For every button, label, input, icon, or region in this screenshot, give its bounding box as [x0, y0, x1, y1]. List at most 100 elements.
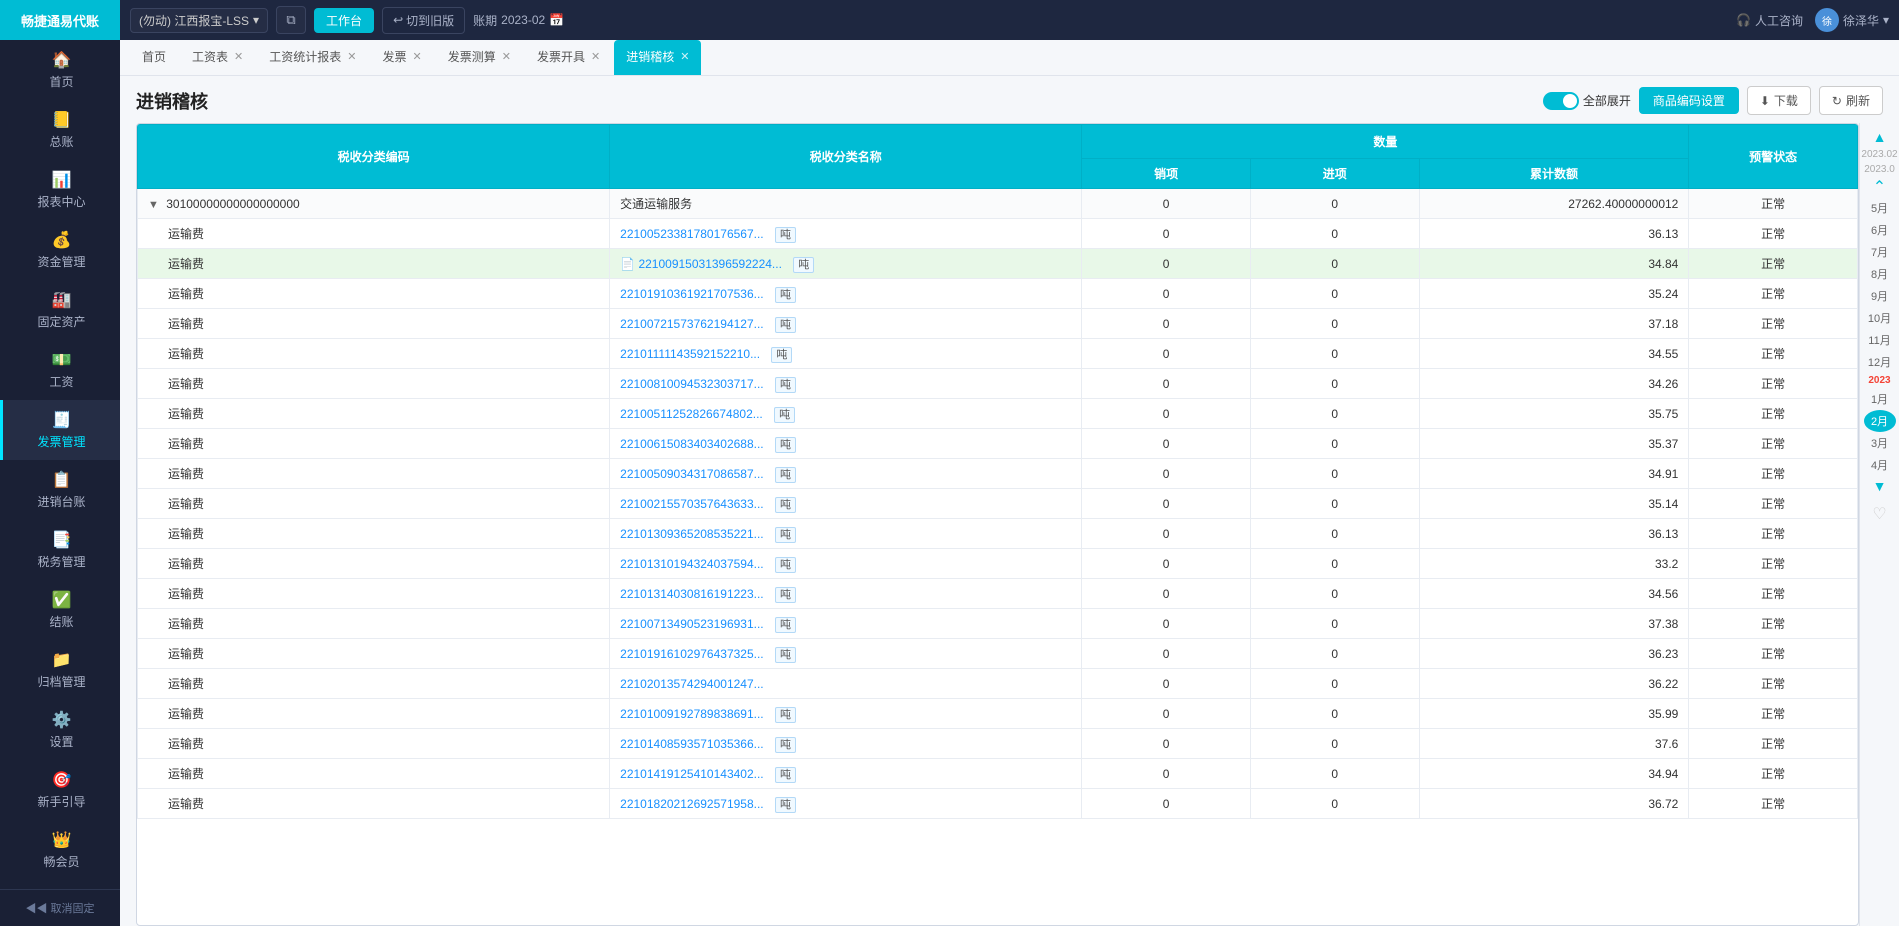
timeline-month-3[interactable]: 3月: [1864, 432, 1896, 454]
timeline-month-12[interactable]: 12月: [1864, 351, 1896, 373]
sidebar-item-assets[interactable]: 🏭 固定资产: [0, 280, 120, 340]
purchase-cell: 0: [1250, 639, 1419, 669]
tab-sales-check-label: 进销稽核: [626, 48, 674, 65]
company-selector[interactable]: (勿动) 江西报宝-LSS ▾: [130, 8, 268, 33]
invoice-link[interactable]: 22100713490523196931...: [620, 617, 763, 631]
tab-invoice-issue-close[interactable]: ✕: [591, 50, 600, 63]
invoice-link[interactable]: 22100915031396592224...: [638, 257, 781, 271]
tab-invoice-issue[interactable]: 发票开具 ✕: [525, 40, 612, 75]
tab-home[interactable]: 首页: [130, 40, 178, 75]
timeline-month-6[interactable]: 6月: [1864, 219, 1896, 241]
copy-button[interactable]: ⧉: [276, 6, 306, 34]
invoice-link[interactable]: 22101314030816191223...: [620, 587, 763, 601]
sidebar-item-reports[interactable]: 📊 报表中心: [0, 160, 120, 220]
timeline-month-10[interactable]: 10月: [1864, 307, 1896, 329]
invoice-link[interactable]: 22101408593571035366...: [620, 737, 763, 751]
help-label: 人工咨询: [1755, 12, 1803, 29]
cumulative-cell: 35.99: [1419, 699, 1689, 729]
help-button[interactable]: 🎧 人工咨询: [1736, 12, 1803, 29]
tab-invoice[interactable]: 发票 ✕: [370, 40, 433, 75]
tab-invoice-calc[interactable]: 发票测算 ✕: [436, 40, 523, 75]
timeline-month-1[interactable]: 1月: [1864, 388, 1896, 410]
sidebar-item-settlement[interactable]: ✅ 结账: [0, 580, 120, 640]
sidebar-item-tax[interactable]: 📑 税务管理: [0, 520, 120, 580]
unit-tag: 吨: [775, 317, 796, 333]
tab-invoice-close[interactable]: ✕: [413, 50, 422, 63]
sidebar-item-invoice[interactable]: 🧾 发票管理: [0, 400, 120, 460]
sidebar-item-sales-ledger[interactable]: 📋 进销台账: [0, 460, 120, 520]
invoice-link[interactable]: 22101009192789838691...: [620, 707, 763, 721]
table-header-row: 税收分类编码 税收分类名称 数量 预警状态: [138, 125, 1858, 159]
settings-button[interactable]: 商品编码设置: [1639, 87, 1739, 114]
status-cell: 正常: [1689, 309, 1858, 339]
cumulative-cell: 36.22: [1419, 669, 1689, 699]
invoice-link[interactable]: 22100523381780176567...: [620, 227, 763, 241]
invoice-link[interactable]: 22101111143592152210...: [620, 347, 760, 361]
settlement-icon: ✅: [52, 590, 72, 610]
unpin-button[interactable]: ◀◀ 取消固定: [0, 889, 120, 926]
tab-payroll-stats[interactable]: 工资统计报表 ✕: [257, 40, 368, 75]
timeline-month-11[interactable]: 11月: [1864, 329, 1896, 351]
period-selector[interactable]: 账期 2023-02 📅: [473, 12, 564, 29]
sidebar-label-payroll: 工资: [49, 373, 73, 390]
tab-payroll-stats-close[interactable]: ✕: [347, 50, 356, 63]
collapse-icon[interactable]: ▼: [148, 199, 159, 211]
invoice-link[interactable]: 22102013574294001247...: [620, 677, 763, 691]
timeline-month-8[interactable]: 8月: [1864, 263, 1896, 285]
sidebar-item-guide[interactable]: 🎯 新手引导: [0, 760, 120, 820]
table-row: 运输费 22102013574294001247... 0 0 36.22 正常: [138, 669, 1858, 699]
timeline-month-7[interactable]: 7月: [1864, 241, 1896, 263]
tab-invoice-calc-close[interactable]: ✕: [502, 50, 511, 63]
item-name-cell: 运输费: [138, 279, 610, 309]
cumulative-cell: 37.38: [1419, 609, 1689, 639]
sidebar-item-capital[interactable]: 💰 资金管理: [0, 220, 120, 280]
data-table-container: 税收分类编码 税收分类名称 数量 预警状态 销项 进项 累计数额: [136, 123, 1859, 926]
invoice-link[interactable]: 22101910361921707536...: [620, 287, 763, 301]
timeline-month-5[interactable]: 5月: [1864, 197, 1896, 219]
invoice-link[interactable]: 22100615083403402688...: [620, 437, 763, 451]
sidebar-item-home[interactable]: 🏠 首页: [0, 40, 120, 100]
user-menu[interactable]: 徐 徐泽华 ▾: [1815, 8, 1889, 32]
timeline-month-2[interactable]: 2月: [1864, 410, 1896, 432]
tab-payroll-close[interactable]: ✕: [234, 50, 243, 63]
timeline-month-4[interactable]: 4月: [1864, 454, 1896, 476]
invoice-link[interactable]: 22100509034317086587...: [620, 467, 763, 481]
invoice-link[interactable]: 22101419125410143402...: [620, 767, 763, 781]
timeline-down-button[interactable]: ▼: [1868, 476, 1892, 496]
calendar-icon: 📅: [549, 13, 564, 27]
invoice-link[interactable]: 22101310194324037594...: [620, 557, 763, 571]
invoice-link[interactable]: 22100721573762194127...: [620, 317, 763, 331]
timeline-favorite[interactable]: ♡: [1872, 504, 1886, 524]
expand-toggle-wrap: 全部展开: [1543, 92, 1631, 110]
tab-invoice-calc-label: 发票测算: [448, 48, 496, 65]
invoice-link[interactable]: 22100511252826674802...: [620, 407, 763, 421]
sales-cell: 0: [1082, 489, 1251, 519]
download-button[interactable]: ⬇ 下载: [1747, 86, 1811, 115]
invoice-link[interactable]: 22100810094532303717...: [620, 377, 763, 391]
workbench-button[interactable]: 工作台: [314, 8, 374, 33]
invoice-link[interactable]: 22100215570357643633...: [620, 497, 763, 511]
sidebar-item-archive[interactable]: 📁 归档管理: [0, 640, 120, 700]
cumulative-cell: 34.91: [1419, 459, 1689, 489]
sidebar-item-settings[interactable]: ⚙️ 设置: [0, 700, 120, 760]
tab-sales-check-close[interactable]: ✕: [680, 50, 689, 63]
switch-version-button[interactable]: ↩ 切到旧版: [382, 7, 465, 34]
timeline-month-9[interactable]: 9月: [1864, 285, 1896, 307]
invoice-link[interactable]: 22101820212692571958...: [620, 797, 763, 811]
cumulative-cell: 34.55: [1419, 339, 1689, 369]
refresh-button[interactable]: ↻ 刷新: [1819, 86, 1883, 115]
cumulative-cell: 34.56: [1419, 579, 1689, 609]
tab-payroll[interactable]: 工资表 ✕: [180, 40, 255, 75]
table-row: 运输费 22100615083403402688... 吨 0 0 35.37 …: [138, 429, 1858, 459]
tab-sales-check[interactable]: 进销稽核 ✕: [614, 40, 701, 75]
item-name-cell: 运输费: [138, 609, 610, 639]
invoice-link[interactable]: 22101309365208535221...: [620, 527, 763, 541]
invoice-link[interactable]: 22101916102976437325...: [620, 647, 763, 661]
timeline-scroll-up[interactable]: ⌃: [1868, 177, 1892, 197]
expand-toggle[interactable]: [1543, 92, 1579, 110]
sidebar-item-ledger[interactable]: 📒 总账: [0, 100, 120, 160]
sidebar-item-payroll[interactable]: 💵 工资: [0, 340, 120, 400]
timeline-up-button[interactable]: ▲: [1868, 127, 1892, 147]
sidebar-item-member[interactable]: 👑 畅会员: [0, 820, 120, 880]
status-cell: 正常: [1689, 429, 1858, 459]
